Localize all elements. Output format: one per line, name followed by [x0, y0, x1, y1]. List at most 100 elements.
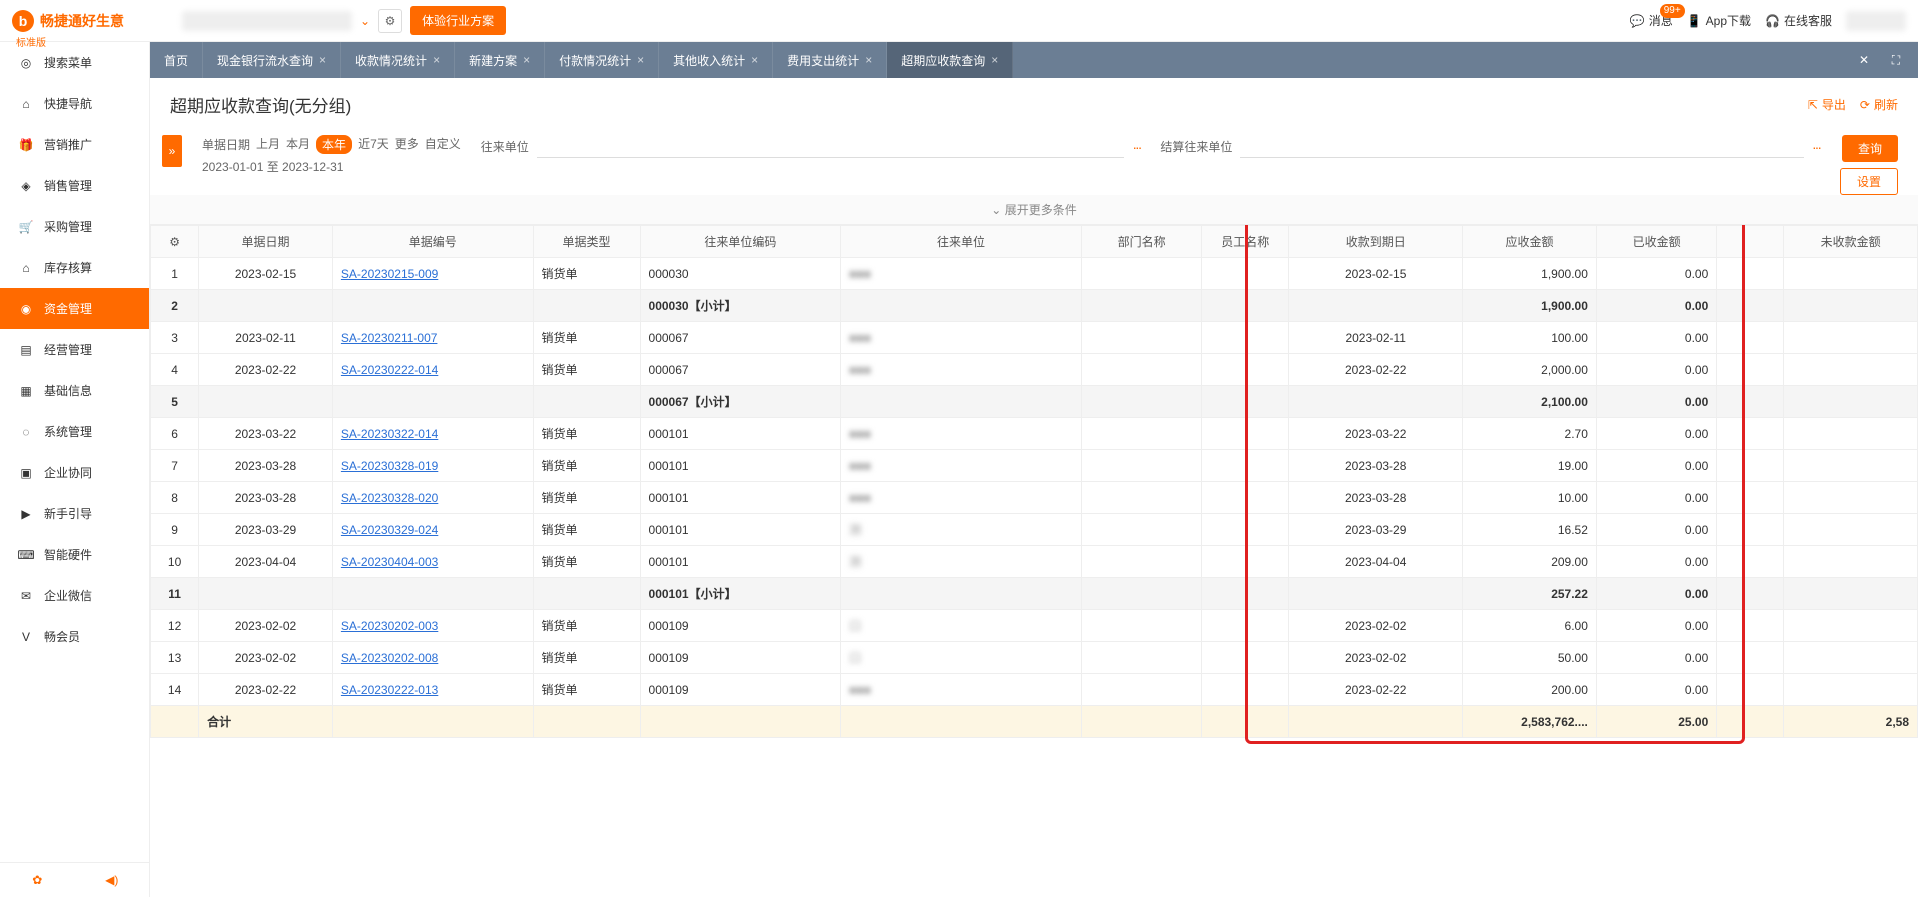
sidebar-item-12[interactable]: ⌨智能硬件	[0, 534, 149, 575]
sidebar-item-label: 销售管理	[44, 177, 92, 194]
tab-0[interactable]: 首页	[150, 42, 203, 78]
document-link[interactable]: SA-20230222-014	[341, 363, 438, 377]
download-link[interactable]: 📱 App下载	[1687, 12, 1751, 29]
sidebar-item-11[interactable]: ▶新手引导	[0, 493, 149, 534]
support-link[interactable]: 🎧 在线客服	[1765, 12, 1832, 29]
document-link[interactable]: SA-20230222-013	[341, 683, 438, 697]
filter-collapse-button[interactable]: »	[162, 135, 182, 167]
setup-button[interactable]: 设置	[1840, 168, 1898, 195]
fullscreen-icon[interactable]: ⛶	[1884, 48, 1908, 72]
column-header-3[interactable]: 单据类型	[533, 226, 640, 258]
date-option-1[interactable]: 本月	[286, 135, 310, 154]
close-icon[interactable]: ×	[523, 53, 530, 67]
table-row[interactable]: 11000101【小计】257.220.00	[151, 578, 1918, 610]
table-row[interactable]: 92023-03-29SA-20230329-024销货单000101测2023…	[151, 514, 1918, 546]
date-option-3[interactable]: 近7天	[358, 135, 389, 154]
table-row[interactable]: 102023-04-04SA-20230404-003销货单000101测202…	[151, 546, 1918, 578]
column-header-8[interactable]: 收款到期日	[1289, 226, 1463, 258]
close-icon[interactable]: ×	[865, 53, 872, 67]
unit-more-icon[interactable]: ···	[1132, 139, 1140, 155]
tab-4[interactable]: 付款情况统计×	[545, 42, 659, 78]
query-button[interactable]: 查询	[1842, 135, 1898, 162]
sidebar-item-5[interactable]: ⌂库存核算	[0, 247, 149, 288]
column-gear[interactable]: ⚙	[151, 226, 199, 258]
sidebar-item-3[interactable]: ◈销售管理	[0, 165, 149, 206]
export-button[interactable]: ⇱导出	[1808, 96, 1846, 113]
column-header-11[interactable]	[1717, 226, 1784, 258]
column-header-5[interactable]: 往来单位	[841, 226, 1082, 258]
sidebar-item-6[interactable]: ◉资金管理	[0, 288, 149, 329]
document-link[interactable]: SA-20230202-003	[341, 619, 438, 633]
org-selector-blur[interactable]	[182, 11, 352, 31]
document-link[interactable]: SA-20230329-024	[341, 523, 438, 537]
settle-more-icon[interactable]: ···	[1812, 139, 1820, 155]
table-row[interactable]: 132023-02-02SA-20230202-008销货单000109口202…	[151, 642, 1918, 674]
table-row[interactable]: 42023-02-22SA-20230222-014销货单000067■■■20…	[151, 354, 1918, 386]
column-header-2[interactable]: 单据编号	[332, 226, 533, 258]
column-header-12[interactable]: 未收款金额	[1784, 226, 1918, 258]
table-row[interactable]: 72023-03-28SA-20230328-019销货单000101■■■20…	[151, 450, 1918, 482]
table-row[interactable]: 142023-02-22SA-20230222-013销货单000109■■■2…	[151, 674, 1918, 706]
document-link[interactable]: SA-20230404-003	[341, 555, 438, 569]
sidebar-collapse-icon[interactable]: ◀)	[75, 863, 150, 897]
sidebar-item-2[interactable]: 🎁营销推广	[0, 124, 149, 165]
column-header-9[interactable]: 应收金额	[1463, 226, 1597, 258]
sidebar-item-1[interactable]: ⌂快捷导航	[0, 83, 149, 124]
column-header-10[interactable]: 已收金额	[1596, 226, 1716, 258]
table-row[interactable]: 5000067【小计】2,100.000.00	[151, 386, 1918, 418]
column-header-4[interactable]: 往来单位编码	[640, 226, 841, 258]
sidebar-item-7[interactable]: ▤经营管理	[0, 329, 149, 370]
tab-7[interactable]: 超期应收款查询×	[887, 42, 1013, 78]
sidebar-item-4[interactable]: 🛒采购管理	[0, 206, 149, 247]
document-link[interactable]: SA-20230202-008	[341, 651, 438, 665]
tab-2[interactable]: 收款情况统计×	[341, 42, 455, 78]
expand-filters-button[interactable]: ⌄ 展开更多条件	[150, 195, 1918, 225]
table-row[interactable]: 62023-03-22SA-20230322-014销货单000101■■■20…	[151, 418, 1918, 450]
document-link[interactable]: SA-20230322-014	[341, 427, 438, 441]
column-header-6[interactable]: 部门名称	[1081, 226, 1201, 258]
date-option-5[interactable]: 自定义	[425, 135, 461, 154]
tab-6[interactable]: 费用支出统计×	[773, 42, 887, 78]
sidebar-item-10[interactable]: ▣企业协同	[0, 452, 149, 493]
document-link[interactable]: SA-20230328-020	[341, 491, 438, 505]
sidebar-item-9[interactable]: ◌系统管理	[0, 411, 149, 452]
close-icon[interactable]: ×	[319, 53, 326, 67]
sidebar: ◎搜索菜单⌂快捷导航🎁营销推广◈销售管理🛒采购管理⌂库存核算◉资金管理▤经营管理…	[0, 42, 150, 897]
close-tab-icon[interactable]: ✕	[1852, 48, 1876, 72]
close-icon[interactable]: ×	[433, 53, 440, 67]
table-row[interactable]: 122023-02-02SA-20230202-003销货单000109口202…	[151, 610, 1918, 642]
sidebar-settings-icon[interactable]: ✿	[0, 863, 75, 897]
date-option-2[interactable]: 本年	[316, 135, 352, 154]
brand-name: 畅捷通好生意	[40, 11, 124, 31]
table-row[interactable]: 82023-03-28SA-20230328-020销货单000101■■■20…	[151, 482, 1918, 514]
close-icon[interactable]: ×	[991, 53, 998, 67]
sidebar-item-13[interactable]: ✉企业微信	[0, 575, 149, 616]
sidebar-item-14[interactable]: V畅会员	[0, 616, 149, 657]
date-option-4[interactable]: 更多	[395, 135, 419, 154]
document-link[interactable]: SA-20230215-009	[341, 267, 438, 281]
sidebar-item-8[interactable]: ▦基础信息	[0, 370, 149, 411]
tab-1[interactable]: 现金银行流水查询×	[203, 42, 341, 78]
sidebar-item-label: 营销推广	[44, 136, 92, 153]
tab-5[interactable]: 其他收入统计×	[659, 42, 773, 78]
document-link[interactable]: SA-20230328-019	[341, 459, 438, 473]
chevron-down-icon[interactable]: ⌄	[360, 14, 370, 28]
tab-3[interactable]: 新建方案×	[455, 42, 545, 78]
table-row[interactable]: 32023-02-11SA-20230211-007销货单000067■■■20…	[151, 322, 1918, 354]
column-header-1[interactable]: 单据日期	[199, 226, 333, 258]
settle-input[interactable]	[1240, 135, 1804, 158]
document-link[interactable]: SA-20230211-007	[341, 331, 438, 345]
user-menu-blur[interactable]	[1846, 11, 1906, 31]
promo-button[interactable]: 体验行业方案	[410, 6, 506, 35]
column-header-7[interactable]: 员工名称	[1202, 226, 1289, 258]
messages-link[interactable]: 💬 消息 99+	[1630, 12, 1673, 29]
gear-icon[interactable]: ⚙	[378, 9, 402, 33]
date-range: 2023-01-01 至 2023-12-31	[202, 158, 461, 175]
unit-input[interactable]	[537, 135, 1125, 158]
close-icon[interactable]: ×	[751, 53, 758, 67]
refresh-button[interactable]: ⟳刷新	[1860, 96, 1898, 113]
close-icon[interactable]: ×	[637, 53, 644, 67]
date-option-0[interactable]: 上月	[256, 135, 280, 154]
table-row[interactable]: 2000030【小计】1,900.000.00	[151, 290, 1918, 322]
table-row[interactable]: 12023-02-15SA-20230215-009销货单000030■■■20…	[151, 258, 1918, 290]
